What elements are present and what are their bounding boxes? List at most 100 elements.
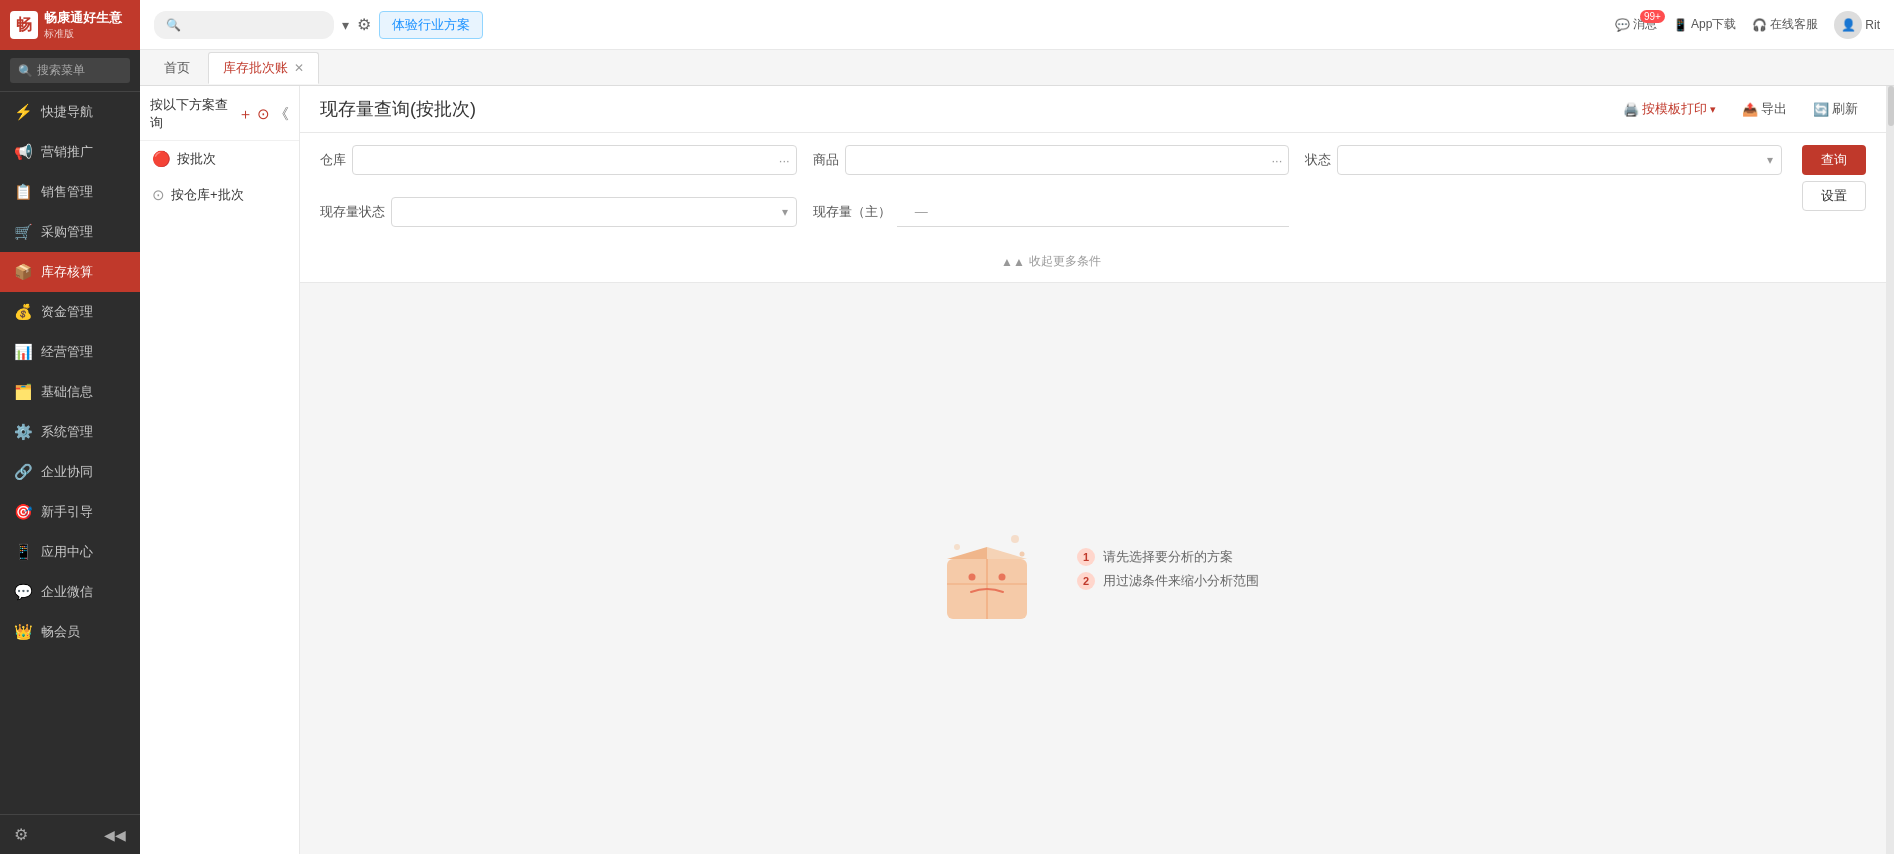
filter-area: 仓库 ··· 商品 ··· [300, 133, 1886, 283]
messages-button[interactable]: 💬 消息 99+ [1615, 16, 1657, 33]
filter-row-1: 仓库 ··· 商品 ··· [320, 145, 1782, 175]
query-button[interactable]: 查询 [1802, 145, 1866, 175]
inventory-icon: 📦 [14, 263, 33, 281]
sidebar: 畅 畅康通好生意 标准版 🔍 搜索菜单 ⚡ 快捷导航 📢 营销推广 📋 销售管理… [0, 0, 140, 854]
sidebar-item-operation[interactable]: 📊 经营管理 [0, 332, 140, 372]
plan-icon-warehouse-batch: ⊙ [152, 186, 165, 204]
sidebar-nav: ⚡ 快捷导航 📢 营销推广 📋 销售管理 🛒 采购管理 📦 库存核算 💰 资金管… [0, 92, 140, 814]
filter-stock-status: 现存量状态 ▾ [320, 197, 797, 227]
main-area: 🔍 ▾ ⚙ 体验行业方案 💬 消息 99+ 📱 App下载 🎧 在线客服 [140, 0, 1894, 854]
sidebar-footer: ⚙ ◀◀ [0, 814, 140, 854]
app-download-button[interactable]: 📱 App下载 [1673, 16, 1736, 33]
sidebar-item-label: 营销推广 [41, 143, 93, 161]
svg-point-7 [954, 544, 960, 550]
svg-point-6 [999, 573, 1006, 580]
content-area: 按以下方案查询 ＋ ⊙ 《 🔴 按批次 ⊙ 按仓库+批次 现存量查询(按批次) [140, 86, 1894, 854]
empty-hints: 1 请先选择要分析的方案 2 用过滤条件来缩小分析范围 [1077, 548, 1259, 590]
right-content: 现存量查询(按批次) 🖨️ 按模板打印 ▾ 📤 导出 🔄 刷新 [300, 86, 1886, 854]
tab-home[interactable]: 首页 [150, 53, 204, 83]
topbar-gear-icon[interactable]: ⚙ [357, 15, 371, 34]
product-input[interactable]: ··· [845, 145, 1290, 175]
print-label: 按模板打印 [1642, 100, 1707, 118]
online-service-label: 在线客服 [1770, 16, 1818, 33]
sidebar-item-label: 采购管理 [41, 223, 93, 241]
stock-value-range[interactable]: — [897, 197, 1290, 227]
right-scrollbar[interactable] [1886, 86, 1894, 854]
topbar-dropdown-icon[interactable]: ▾ [342, 17, 349, 33]
sidebar-item-purchase[interactable]: 🛒 采购管理 [0, 212, 140, 252]
sidebar-item-quick-nav[interactable]: ⚡ 快捷导航 [0, 92, 140, 132]
page-header: 现存量查询(按批次) 🖨️ 按模板打印 ▾ 📤 导出 🔄 刷新 [300, 86, 1886, 133]
plan-settings-icon[interactable]: ⊙ [257, 105, 270, 123]
product-label: 商品 [813, 151, 839, 169]
message-icon: 💬 [1615, 18, 1630, 32]
app-title-block: 畅康通好生意 标准版 [44, 9, 122, 41]
add-plan-icon[interactable]: ＋ [238, 105, 253, 124]
refresh-button[interactable]: 🔄 刷新 [1805, 96, 1866, 122]
page-header-actions: 🖨️ 按模板打印 ▾ 📤 导出 🔄 刷新 [1615, 96, 1866, 122]
warehouse-input[interactable]: ··· [352, 145, 797, 175]
sidebar-item-system[interactable]: ⚙️ 系统管理 [0, 412, 140, 452]
export-button[interactable]: 📤 导出 [1734, 96, 1795, 122]
scrollbar-thumb [1888, 86, 1894, 126]
svg-marker-1 [947, 547, 987, 559]
collapse-sidebar-button[interactable]: ◀◀ [104, 827, 126, 843]
messages-badge: 99+ [1640, 10, 1665, 23]
sidebar-item-marketing[interactable]: 📢 营销推广 [0, 132, 140, 172]
table-area: 1 请先选择要分析的方案 2 用过滤条件来缩小分析范围 [300, 283, 1886, 854]
system-icon: ⚙️ [14, 423, 33, 441]
topbar-search[interactable]: 🔍 [154, 11, 334, 39]
print-button[interactable]: 🖨️ 按模板打印 ▾ [1615, 96, 1724, 122]
sidebar-item-appstore[interactable]: 📱 应用中心 [0, 532, 140, 572]
sidebar-item-sales[interactable]: 📋 销售管理 [0, 172, 140, 212]
quick-nav-icon: ⚡ [14, 103, 33, 121]
sidebar-item-inventory[interactable]: 📦 库存核算 [0, 252, 140, 292]
plan-item-warehouse-batch[interactable]: ⊙ 按仓库+批次 [140, 177, 299, 213]
stock-value-label: 现存量（主） [813, 203, 891, 221]
topbar-left: 🔍 ▾ ⚙ 体验行业方案 [154, 11, 483, 39]
status-select[interactable]: ▾ [1337, 145, 1782, 175]
stock-status-select[interactable]: ▾ [391, 197, 797, 227]
stock-status-arrow-icon: ▾ [782, 205, 788, 219]
appstore-icon: 📱 [14, 543, 33, 561]
app-title: 畅康通好生意 [44, 9, 122, 27]
settings-icon[interactable]: ⚙ [14, 825, 28, 844]
sidebar-item-enterprise[interactable]: 🔗 企业协同 [0, 452, 140, 492]
page-title: 现存量查询(按批次) [320, 97, 476, 121]
svg-point-9 [1020, 551, 1025, 556]
collapse-up-icon: ▲▲ [1001, 255, 1025, 269]
sidebar-item-member[interactable]: 👑 畅会员 [0, 612, 140, 652]
collapse-panel-icon[interactable]: 《 [274, 105, 289, 124]
app-logo: 畅 [10, 11, 38, 39]
user-avatar-button[interactable]: 👤 Rit [1834, 11, 1880, 39]
sidebar-item-basic[interactable]: 🗂️ 基础信息 [0, 372, 140, 412]
svg-point-5 [969, 573, 976, 580]
sidebar-search-container[interactable]: 🔍 搜索菜单 [0, 50, 140, 92]
sidebar-item-guide[interactable]: 🎯 新手引导 [0, 492, 140, 532]
export-icon: 📤 [1742, 102, 1758, 117]
sidebar-item-wechat[interactable]: 💬 企业微信 [0, 572, 140, 612]
tab-inventory-batch[interactable]: 库存批次账 ✕ [208, 52, 319, 84]
status-label: 状态 [1305, 151, 1331, 169]
collapse-more-button[interactable]: ▲▲ 收起更多条件 [320, 249, 1782, 270]
sidebar-search-box[interactable]: 🔍 搜索菜单 [10, 58, 130, 83]
print-dropdown-icon[interactable]: ▾ [1710, 103, 1716, 116]
filter-dash: — [915, 204, 928, 219]
tab-inventory-batch-label: 库存批次账 [223, 59, 288, 77]
stock-status-label: 现存量状态 [320, 203, 385, 221]
hint-item-1: 1 请先选择要分析的方案 [1077, 548, 1259, 566]
svg-point-8 [1011, 535, 1019, 543]
plan-label-batch: 按批次 [177, 150, 216, 168]
refresh-label: 刷新 [1832, 100, 1858, 118]
online-service-button[interactable]: 🎧 在线客服 [1752, 16, 1818, 33]
sidebar-item-finance[interactable]: 💰 资金管理 [0, 292, 140, 332]
basic-icon: 🗂️ [14, 383, 33, 401]
plan-item-batch[interactable]: 🔴 按批次 [140, 141, 299, 177]
tab-close-icon[interactable]: ✕ [294, 62, 304, 74]
filter-actions: 查询 设置 [1802, 145, 1866, 211]
sales-icon: 📋 [14, 183, 33, 201]
filter-settings-button[interactable]: 设置 [1802, 181, 1866, 211]
service-icon: 🎧 [1752, 18, 1767, 32]
trial-button[interactable]: 体验行业方案 [379, 11, 483, 39]
tabbar: 首页 库存批次账 ✕ [140, 50, 1894, 86]
